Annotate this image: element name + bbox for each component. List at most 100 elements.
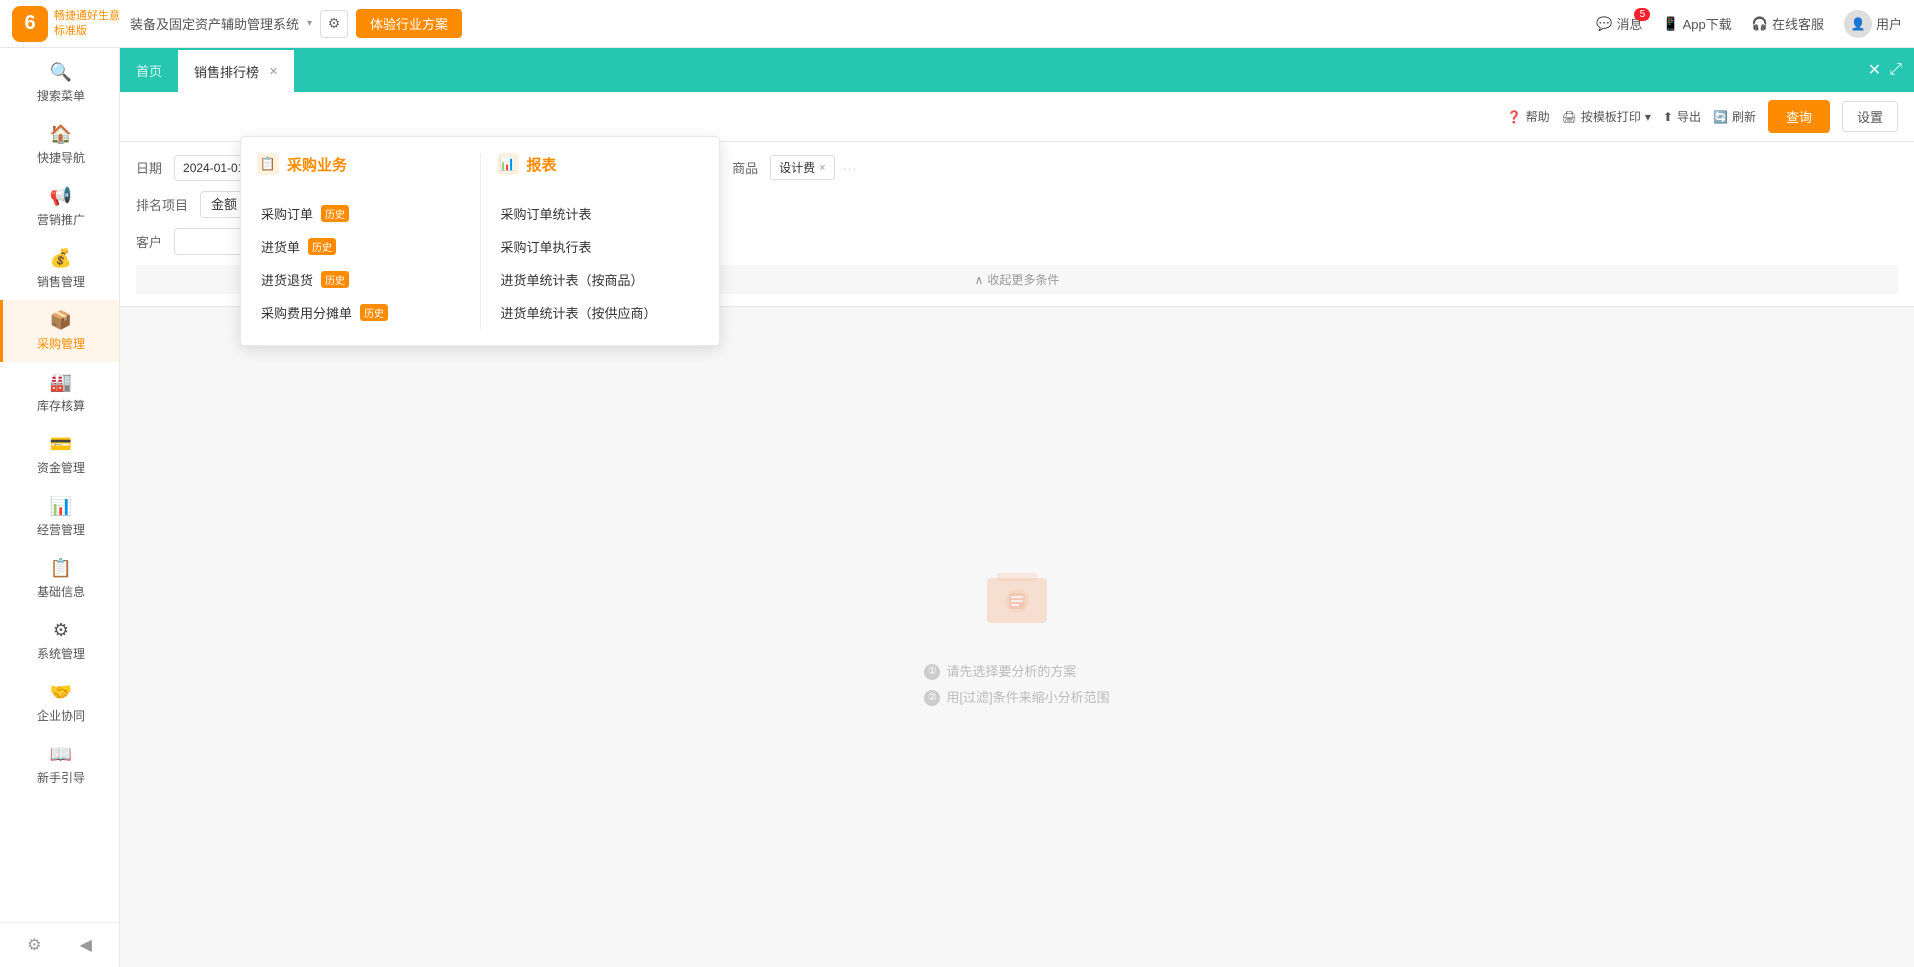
home-icon: 🏠 (50, 124, 72, 145)
online-service-button[interactable]: 🎧 在线客服 (1752, 14, 1824, 33)
sidebar-item-inventory[interactable]: 🏭 库存核算 (0, 362, 119, 424)
tab-bar-expand-button[interactable]: ⤢ (1889, 61, 1902, 79)
product-tag: 设计费 × (770, 155, 834, 180)
sidebar-item-finance[interactable]: 💳 资金管理 (0, 424, 119, 486)
inventory-icon: 🏭 (50, 372, 72, 393)
dropdown-item-goods-receipt[interactable]: 进货单 历史 (257, 230, 464, 263)
phone-icon: 📱 (1662, 16, 1678, 32)
tab-bar-right: ✕ ⤢ (1868, 60, 1914, 80)
refresh-icon: 🔄 (1713, 110, 1728, 124)
base-info-icon: 📋 (50, 558, 72, 579)
finance-icon: 💳 (50, 434, 72, 455)
main-layout: 🔍 搜索菜单 🏠 快捷导航 📢 营销推广 💰 销售管理 📦 采购管理 🏭 库存核… (0, 48, 1914, 967)
sales-icon: 💰 (50, 248, 72, 269)
sidebar-item-purchase[interactable]: 📦 采购管理 (0, 300, 119, 362)
refresh-button[interactable]: 🔄 刷新 (1713, 108, 1756, 125)
logo-icon: 6 (12, 6, 48, 42)
sidebar-item-guide[interactable]: 📖 新手引导 (0, 734, 119, 796)
dropdown-col-purchase-title: 📋 采购业务 (257, 153, 464, 183)
dropdown-item-goods-stat-by-supplier[interactable]: 进货单统计表（按供应商） (497, 296, 704, 329)
sidebar-collapse-button[interactable]: ◀ (80, 935, 92, 955)
sidebar-item-base-info[interactable]: 📋 基础信息 (0, 548, 119, 610)
logo-area: 6 畅捷通好生意 标准版 (12, 6, 122, 42)
export-button[interactable]: ⬆ 导出 (1663, 108, 1701, 125)
tab-bar-close-button[interactable]: ✕ (1868, 60, 1881, 80)
purchase-dropdown-menu: 📋 采购业务 采购订单 历史 进货单 历史 进货退货 历史 (240, 136, 720, 346)
dropdown-item-goods-return[interactable]: 进货退货 历史 (257, 263, 464, 296)
avatar: 👤 (1844, 10, 1872, 38)
notification-badge: 5 (1634, 8, 1650, 21)
topbar-right: 💬 消息 5 📱 App下载 🎧 在线客服 👤 用户 (1596, 10, 1902, 38)
history-badge-2[interactable]: 历史 (321, 271, 349, 288)
coop-icon: 🤝 (50, 682, 72, 703)
dropdown-item-purchase-order-stat[interactable]: 采购订单统计表 (497, 197, 704, 230)
customer-label: 客户 (136, 232, 162, 251)
user-button[interactable]: 👤 用户 (1844, 10, 1902, 38)
empty-state: ① 请先选择要分析的方案 ② 用[过滤]条件来缩小分析范围 (120, 307, 1914, 967)
print-button[interactable]: 🖨 按模板打印 ▾ (1562, 108, 1651, 125)
history-badge-0[interactable]: 历史 (321, 205, 349, 222)
settings-gear-button[interactable]: ⚙ (320, 10, 348, 38)
sidebar-item-marketing[interactable]: 📢 营销推广 (0, 176, 119, 238)
purchase-col-icon: 📋 (257, 153, 279, 175)
set-button[interactable]: 设置 (1842, 101, 1898, 132)
page-content: ❓ 帮助 🖨 按模板打印 ▾ ⬆ 导出 🔄 刷新 (120, 92, 1914, 967)
sidebar-item-operations[interactable]: 📊 经营管理 (0, 486, 119, 548)
sidebar-item-sales[interactable]: 💰 销售管理 (0, 238, 119, 300)
content-area: 首页 销售排行榜 ✕ ✕ ⤢ ❓ 帮助 🖨 (120, 48, 1914, 967)
app-download-button[interactable]: 📱 App下载 (1662, 14, 1731, 33)
headset-icon: 🎧 (1752, 16, 1768, 32)
help-icon: ❓ (1507, 110, 1522, 124)
date-label: 日期 (136, 158, 162, 177)
system-name: 装备及固定资产辅助管理系统 (130, 14, 299, 33)
sidebar-item-coop[interactable]: 🤝 企业协同 (0, 672, 119, 734)
reports-col-icon: 📊 (497, 153, 519, 175)
product-control: 设计费 × ··· (770, 155, 856, 180)
search-icon: 🔍 (50, 62, 72, 83)
purchase-icon: 📦 (50, 310, 72, 331)
product-label: 商品 (732, 158, 758, 177)
tab-sales-rank[interactable]: 销售排行榜 ✕ (178, 48, 294, 92)
system-icon: ⚙ (53, 620, 69, 641)
rank-item-label: 排名项目 (136, 195, 188, 214)
marketing-icon: 📢 (50, 186, 72, 207)
sidebar-bottom: ⚙ ◀ (0, 922, 119, 967)
history-badge-1[interactable]: 历史 (308, 238, 336, 255)
industry-solution-button[interactable]: 体验行业方案 (356, 9, 462, 38)
sidebar: 🔍 搜索菜单 🏠 快捷导航 📢 营销推广 💰 销售管理 📦 采购管理 🏭 库存核… (0, 48, 120, 967)
operations-icon: 📊 (50, 496, 72, 517)
sidebar-item-search[interactable]: 🔍 搜索菜单 (0, 52, 119, 114)
tab-home[interactable]: 首页 (120, 48, 178, 92)
chevron-up-icon: ∧ (975, 273, 984, 287)
topbar: 6 畅捷通好生意 标准版 装备及固定资产辅助管理系统 ▾ ⚙ 体验行业方案 💬 … (0, 0, 1914, 48)
system-dropdown-arrow[interactable]: ▾ (307, 18, 312, 29)
sidebar-item-system[interactable]: ⚙ 系统管理 (0, 610, 119, 672)
tab-close-icon[interactable]: ✕ (269, 65, 278, 78)
tip2-num: ② (924, 690, 940, 706)
tip1-num: ① (924, 664, 940, 680)
product-tag-close[interactable]: × (819, 162, 825, 174)
help-button[interactable]: ❓ 帮助 (1507, 108, 1550, 125)
sidebar-settings-button[interactable]: ⚙ (27, 935, 41, 955)
product-dots[interactable]: ··· (843, 160, 857, 176)
dropdown-item-purchase-order[interactable]: 采购订单 历史 (257, 197, 464, 230)
notification-button[interactable]: 💬 消息 5 (1596, 14, 1642, 33)
sidebar-item-quick-nav[interactable]: 🏠 快捷导航 (0, 114, 119, 176)
empty-tips: ① 请先选择要分析的方案 ② 用[过滤]条件来缩小分析范围 (924, 659, 1109, 711)
action-bar-right: ❓ 帮助 🖨 按模板打印 ▾ ⬆ 导出 🔄 刷新 (1507, 100, 1898, 133)
tab-bar: 首页 销售排行榜 ✕ ✕ ⤢ (120, 48, 1914, 92)
dropdown-item-goods-stat-by-product[interactable]: 进货单统计表（按商品） (497, 263, 704, 296)
guide-icon: 📖 (50, 744, 72, 765)
query-button[interactable]: 查询 (1768, 100, 1830, 133)
notification-icon: 💬 (1596, 16, 1612, 32)
export-icon: ⬆ (1663, 110, 1673, 124)
dropdown-divider (480, 153, 481, 329)
action-bar: ❓ 帮助 🖨 按模板打印 ▾ ⬆ 导出 🔄 刷新 (120, 92, 1914, 142)
dropdown-item-purchase-order-exec[interactable]: 采购订单执行表 (497, 230, 704, 263)
topbar-title-area: 装备及固定资产辅助管理系统 ▾ ⚙ 体验行业方案 (130, 9, 1596, 38)
print-icon: 🖨 (1562, 110, 1577, 124)
dropdown-item-purchase-expense[interactable]: 采购费用分摊单 历史 (257, 296, 464, 329)
history-badge-3[interactable]: 历史 (360, 304, 388, 321)
dropdown-col-purchase: 📋 采购业务 采购订单 历史 进货单 历史 进货退货 历史 (257, 153, 464, 329)
dropdown-col-reports-title: 📊 报表 (497, 153, 704, 183)
